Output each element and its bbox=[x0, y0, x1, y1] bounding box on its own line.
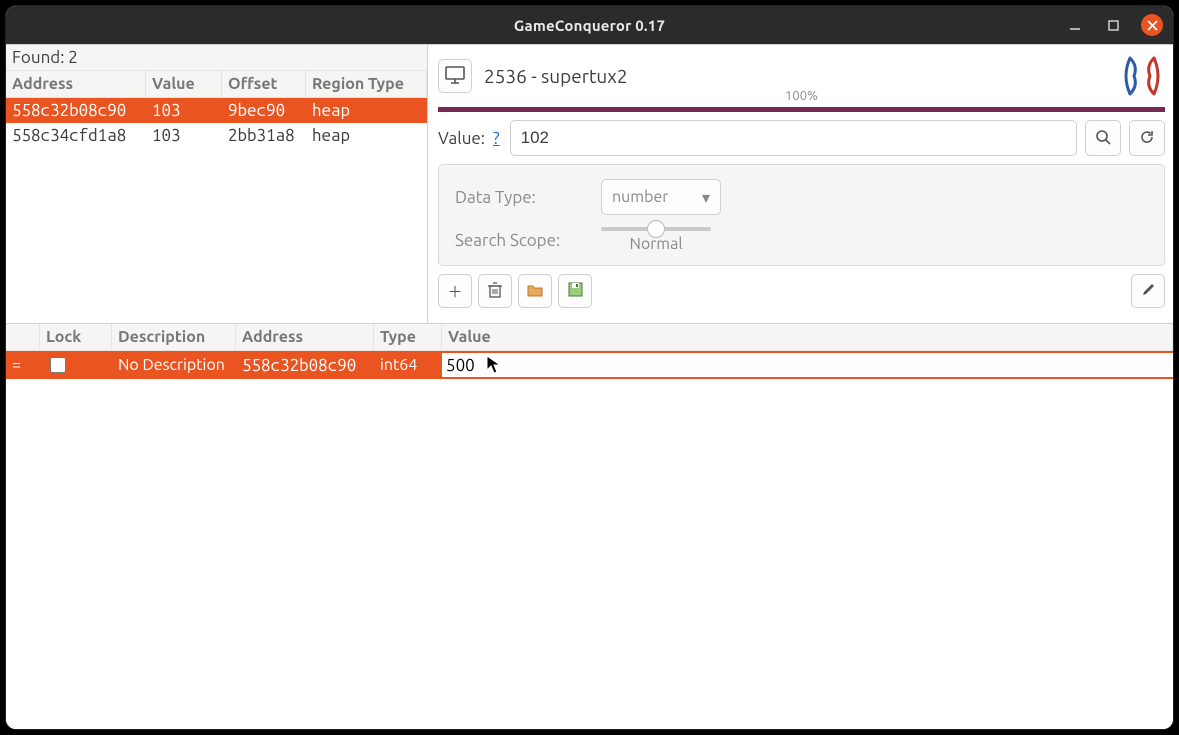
col-region[interactable]: Region Type bbox=[306, 71, 427, 97]
desc-cell[interactable]: No Description bbox=[112, 356, 236, 374]
cheat-panel: Lock Description Address Type Value = No… bbox=[6, 323, 1173, 729]
search-button[interactable] bbox=[1085, 120, 1121, 156]
folder-open-icon bbox=[527, 283, 543, 300]
value-cell[interactable] bbox=[442, 351, 1173, 379]
plus-icon: ＋ bbox=[447, 281, 462, 302]
app-window: GameConqueror 0.17 Found: 2 Address Valu… bbox=[6, 6, 1173, 729]
refresh-icon bbox=[1139, 129, 1155, 148]
search-scope-slider[interactable] bbox=[601, 227, 711, 231]
col-cheat-address[interactable]: Address bbox=[236, 324, 374, 350]
value-help-link[interactable]: ? bbox=[493, 129, 502, 148]
col-offset[interactable]: Offset bbox=[222, 71, 306, 97]
monitor-icon bbox=[445, 66, 465, 87]
cheat-row[interactable]: = No Description 558c32b08c90 int64 bbox=[6, 351, 1173, 379]
found-panel: Found: 2 Address Value Offset Region Typ… bbox=[6, 45, 428, 323]
progress-row: 100% bbox=[438, 107, 1165, 112]
cheat-toolbar: ＋ bbox=[438, 274, 1165, 308]
content: Found: 2 Address Value Offset Region Typ… bbox=[6, 44, 1173, 729]
chevron-down-icon: ▾ bbox=[702, 188, 710, 207]
type-cell[interactable]: int64 bbox=[374, 356, 442, 374]
window-title: GameConqueror 0.17 bbox=[514, 17, 665, 34]
process-label: 2536 - supertux2 bbox=[484, 65, 628, 87]
address-cell[interactable]: 558c32b08c90 bbox=[236, 356, 374, 375]
data-type-row: Data Type: number ▾ bbox=[455, 179, 1148, 215]
delete-entry-button[interactable] bbox=[478, 274, 512, 308]
col-lock[interactable]: Lock bbox=[40, 324, 112, 350]
maximize-button[interactable] bbox=[1103, 15, 1123, 35]
lock-mode[interactable]: = bbox=[6, 356, 40, 374]
data-type-label: Data Type: bbox=[455, 188, 575, 207]
value-row: Value: ? bbox=[438, 120, 1165, 156]
found-header: Address Value Offset Region Type bbox=[6, 70, 427, 98]
search-icon bbox=[1095, 129, 1111, 148]
col-desc[interactable]: Description bbox=[112, 324, 236, 350]
titlebar: GameConqueror 0.17 bbox=[6, 6, 1173, 44]
minimize-button[interactable] bbox=[1065, 15, 1085, 35]
save-button[interactable] bbox=[558, 274, 592, 308]
value-input[interactable] bbox=[510, 120, 1077, 156]
col-address[interactable]: Address bbox=[6, 71, 146, 97]
app-logo-icon bbox=[1119, 53, 1165, 99]
found-table: Address Value Offset Region Type 558c32b… bbox=[6, 70, 427, 323]
cheat-header: Lock Description Address Type Value bbox=[6, 324, 1173, 351]
pencil-icon bbox=[1141, 282, 1156, 300]
edit-button[interactable] bbox=[1131, 274, 1165, 308]
col-cheat-value[interactable]: Value bbox=[442, 324, 1173, 350]
col-type[interactable]: Type bbox=[374, 324, 442, 350]
col-value[interactable]: Value bbox=[146, 71, 222, 97]
search-scope-slider-wrap: Normal bbox=[601, 227, 711, 253]
search-scope-row: Search Scope: Normal bbox=[455, 227, 1148, 253]
value-edit-input[interactable] bbox=[442, 353, 1173, 377]
save-icon bbox=[568, 282, 583, 300]
search-scope-label: Search Scope: bbox=[455, 231, 575, 250]
lock-checkbox[interactable] bbox=[50, 357, 66, 373]
lock-cell bbox=[40, 354, 112, 377]
open-button[interactable] bbox=[518, 274, 552, 308]
found-row[interactable]: 558c32b08c90 103 9bec90 heap bbox=[6, 98, 427, 123]
col-eq[interactable] bbox=[6, 324, 40, 350]
progress-bar: 100% bbox=[438, 107, 1165, 112]
add-entry-button[interactable]: ＋ bbox=[438, 274, 472, 308]
data-type-select[interactable]: number ▾ bbox=[601, 179, 721, 215]
trash-icon bbox=[488, 282, 502, 301]
reset-button[interactable] bbox=[1129, 120, 1165, 156]
window-controls bbox=[1065, 6, 1163, 44]
search-panel: 2536 - supertux2 100% Value bbox=[428, 45, 1173, 323]
found-count: Found: 2 bbox=[6, 45, 427, 70]
value-label: Value: bbox=[438, 129, 485, 148]
select-process-button[interactable] bbox=[438, 59, 472, 93]
upper-pane: Found: 2 Address Value Offset Region Typ… bbox=[6, 45, 1173, 323]
found-row[interactable]: 558c34cfd1a8 103 2bb31a8 heap bbox=[6, 123, 427, 148]
search-options: Data Type: number ▾ Search Scope: Normal bbox=[438, 164, 1165, 266]
close-button[interactable] bbox=[1141, 14, 1163, 36]
progress-label: 100% bbox=[785, 89, 818, 103]
